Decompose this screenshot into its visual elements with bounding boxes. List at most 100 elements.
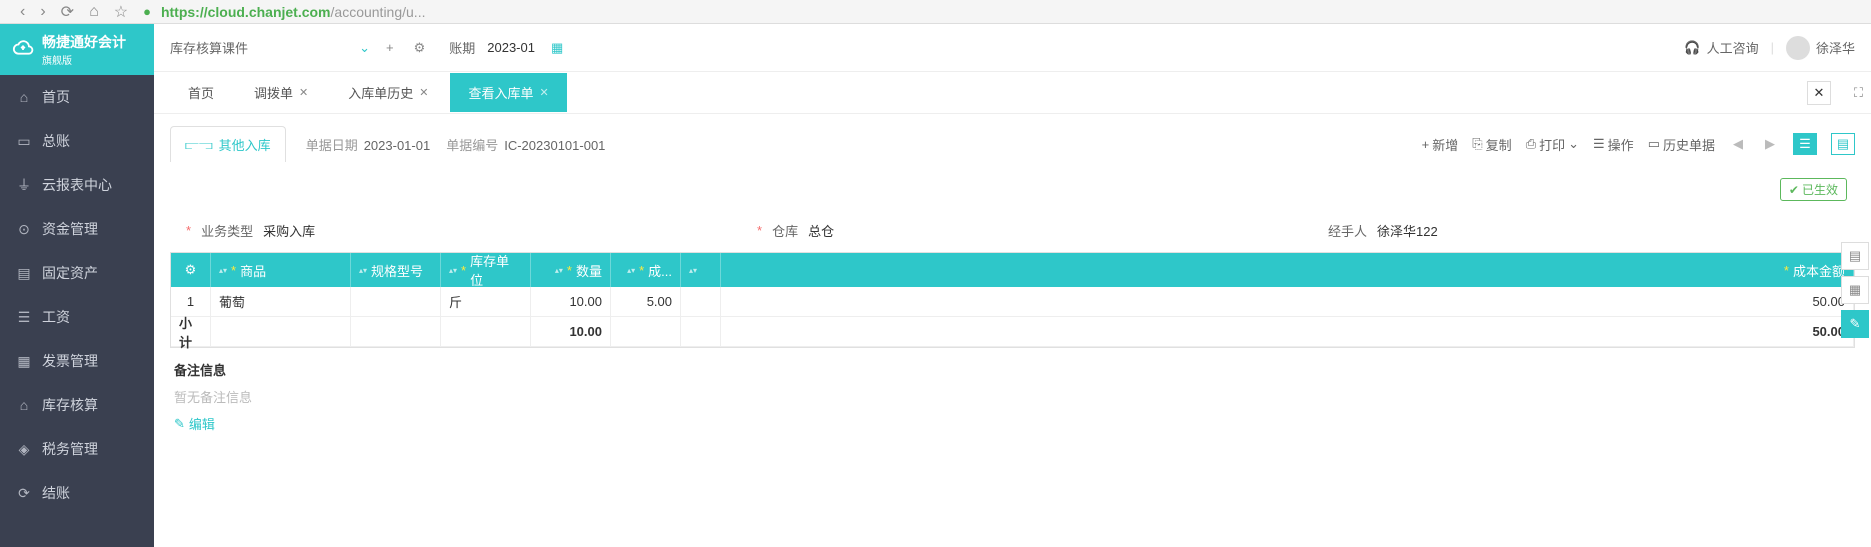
sidebar-item-label: 发票管理 bbox=[42, 351, 98, 371]
tab-transfer[interactable]: 调拨单 ✕ bbox=[236, 73, 326, 112]
cell-amount: 50.00 bbox=[721, 287, 1854, 316]
th-product[interactable]: ▴▾*商品 bbox=[211, 253, 351, 287]
sidebar-item-inventory[interactable]: ⌂库存核算 bbox=[0, 383, 154, 427]
browser-bar: ‹ › ⟳ ⌂ ☆ ● https://cloud.chanjet.com/ac… bbox=[0, 0, 1871, 24]
sidebar-item-label: 库存核算 bbox=[42, 395, 98, 415]
tab-inbound-history[interactable]: 入库单历史 ✕ bbox=[330, 73, 446, 112]
close-all-tabs[interactable]: ✕ bbox=[1807, 81, 1831, 105]
subtotal-row: 小计 10.00 50.00 bbox=[171, 317, 1854, 347]
next-doc-button[interactable]: ▶ bbox=[1761, 136, 1779, 152]
chevron-down-icon: ⌄ bbox=[359, 40, 370, 56]
rail-note-button[interactable]: ✎ bbox=[1841, 310, 1869, 338]
cell-qty: 10.00 bbox=[531, 287, 611, 316]
sort-icon: ▴▾ bbox=[689, 268, 697, 273]
view-list-button[interactable]: ☰ bbox=[1793, 133, 1817, 155]
sidebar-item-tax[interactable]: ◈税务管理 bbox=[0, 427, 154, 471]
date-label: 单据日期 bbox=[306, 138, 358, 153]
prev-doc-button[interactable]: ◀ bbox=[1729, 136, 1747, 152]
doc-type-label: 其他入库 bbox=[219, 135, 271, 154]
settings-icon[interactable]: ⚙ bbox=[410, 36, 430, 60]
th-cost[interactable]: ▴▾*成... bbox=[611, 253, 681, 287]
date-value: 2023-01-01 bbox=[364, 138, 431, 153]
support-link[interactable]: 🎧 人工咨询 bbox=[1684, 38, 1758, 57]
tab-label: 查看入库单 bbox=[468, 83, 533, 102]
add-project-button[interactable]: + bbox=[382, 36, 398, 59]
sidebar-item-reports[interactable]: ⏚云报表中心 bbox=[0, 163, 154, 207]
gear-icon: ⚙ bbox=[185, 262, 197, 278]
headset-icon: 🎧 bbox=[1684, 40, 1700, 56]
subtotal-label: 小计 bbox=[171, 317, 211, 346]
close-icon[interactable]: ✕ bbox=[540, 86, 549, 99]
toolbar: 库存核算课件 ⌄ + ⚙ 账期 2023-01 ▦ 🎧 人工咨询 | 徐泽华 bbox=[154, 24, 1871, 72]
tab-home[interactable]: 首页 bbox=[170, 73, 232, 112]
home-icon[interactable]: ⌂ bbox=[89, 3, 99, 21]
gear-column[interactable]: ⚙ bbox=[171, 253, 211, 287]
th-spec[interactable]: ▴▾规格型号 bbox=[351, 253, 441, 287]
sidebar-item-invoice[interactable]: ▦ 发票管理 bbox=[0, 339, 154, 383]
refresh-icon[interactable]: ⟳ bbox=[61, 2, 74, 22]
project-select[interactable]: 库存核算课件 ⌄ bbox=[170, 38, 370, 57]
sort-icon: ▴▾ bbox=[627, 268, 635, 273]
user-menu[interactable]: 徐泽华 bbox=[1786, 36, 1855, 60]
status-badge: ✔已生效 bbox=[1780, 178, 1847, 201]
remarks-empty: 暂无备注信息 bbox=[174, 387, 1851, 406]
sidebar-item-salary[interactable]: ☰工资 bbox=[0, 295, 154, 339]
docno-label: 单据编号 bbox=[446, 138, 498, 153]
calendar-icon[interactable]: ▦ bbox=[547, 36, 567, 60]
rail-doc-button[interactable]: ▤ bbox=[1841, 242, 1869, 270]
handler-label: 经手人 bbox=[1328, 221, 1367, 240]
tab-view-inbound[interactable]: 查看入库单 ✕ bbox=[450, 73, 566, 112]
cell-cost: 5.00 bbox=[611, 287, 681, 316]
closing-icon: ⟳ bbox=[16, 485, 32, 502]
chevron-down-icon: ⌄ bbox=[1568, 136, 1579, 152]
logo-icon bbox=[12, 39, 34, 61]
sort-icon: ▴▾ bbox=[359, 268, 367, 273]
remarks-title: 备注信息 bbox=[174, 360, 1851, 379]
sidebar-item-label: 固定资产 bbox=[42, 263, 98, 283]
star-icon[interactable]: ☆ bbox=[114, 2, 128, 22]
close-icon[interactable]: ✕ bbox=[299, 86, 308, 99]
th-amount[interactable]: *成本金额 bbox=[721, 253, 1854, 287]
sidebar-item-funds[interactable]: ⊙资金管理 bbox=[0, 207, 154, 251]
user-name: 徐泽华 bbox=[1816, 38, 1855, 57]
sidebar-item-assets[interactable]: ▤固定资产 bbox=[0, 251, 154, 295]
tab-label: 调拨单 bbox=[254, 83, 293, 102]
copy-button[interactable]: ⎘ 复制 bbox=[1472, 135, 1511, 154]
fullscreen-icon[interactable]: ⛶ bbox=[1854, 85, 1863, 101]
main-content: 库存核算课件 ⌄ + ⚙ 账期 2023-01 ▦ 🎧 人工咨询 | 徐泽华 首… bbox=[154, 24, 1871, 547]
table-row[interactable]: 1 葡萄 斤 10.00 5.00 50.00 bbox=[171, 287, 1854, 317]
history-button[interactable]: ▭ 历史单据 bbox=[1648, 135, 1715, 154]
print-button[interactable]: ⎙ 打印 ⌄ bbox=[1526, 135, 1579, 154]
brand-sub: 旗舰版 bbox=[42, 52, 126, 67]
forward-icon[interactable]: › bbox=[40, 3, 45, 21]
edit-remarks-button[interactable]: ✎ 编辑 bbox=[174, 414, 1851, 433]
tab-label: 首页 bbox=[188, 83, 214, 102]
close-icon[interactable]: ✕ bbox=[419, 86, 428, 99]
docno-value: IC-20230101-001 bbox=[504, 138, 605, 153]
tab-label: 入库单历史 bbox=[348, 83, 413, 102]
url-bar[interactable]: ● https://cloud.chanjet.com/accounting/u… bbox=[143, 4, 1851, 20]
back-icon[interactable]: ‹ bbox=[20, 3, 25, 21]
invoice-icon: ▦ bbox=[16, 353, 32, 370]
warehouse-label: 仓库 bbox=[772, 221, 798, 240]
view-card-button[interactable]: ▤ bbox=[1831, 133, 1855, 155]
doc-type-tab[interactable]: ⫍⫎ 其他入库 bbox=[170, 126, 286, 162]
new-button[interactable]: + 新增 bbox=[1422, 135, 1459, 154]
sidebar: 畅捷通好会计 旗舰版 ⌂首页 ▭总账 ⏚云报表中心 ⊙资金管理 ▤固定资产 ☰工… bbox=[0, 24, 154, 547]
ledger-icon: ▭ bbox=[16, 133, 32, 150]
sidebar-item-closing[interactable]: ⟳结账 bbox=[0, 471, 154, 515]
sidebar-item-ledger[interactable]: ▭总账 bbox=[0, 119, 154, 163]
th-blank[interactable]: ▴▾ bbox=[681, 253, 721, 287]
sort-icon: ▴▾ bbox=[449, 268, 457, 273]
th-qty[interactable]: ▴▾*数量 bbox=[531, 253, 611, 287]
sidebar-item-home[interactable]: ⌂首页 bbox=[0, 75, 154, 119]
subtotal-amount: 50.00 bbox=[721, 317, 1854, 346]
period-value: 2023-01 bbox=[487, 40, 535, 55]
rail-grid-button[interactable]: ▦ bbox=[1841, 276, 1869, 304]
cell-unit: 斤 bbox=[441, 287, 531, 316]
sort-icon: ▴▾ bbox=[555, 268, 563, 273]
th-unit[interactable]: ▴▾*库存单位 bbox=[441, 253, 531, 287]
operate-button[interactable]: ☰ 操作 bbox=[1593, 135, 1634, 154]
brand-name: 畅捷通好会计 bbox=[42, 34, 126, 50]
support-label: 人工咨询 bbox=[1707, 38, 1759, 57]
